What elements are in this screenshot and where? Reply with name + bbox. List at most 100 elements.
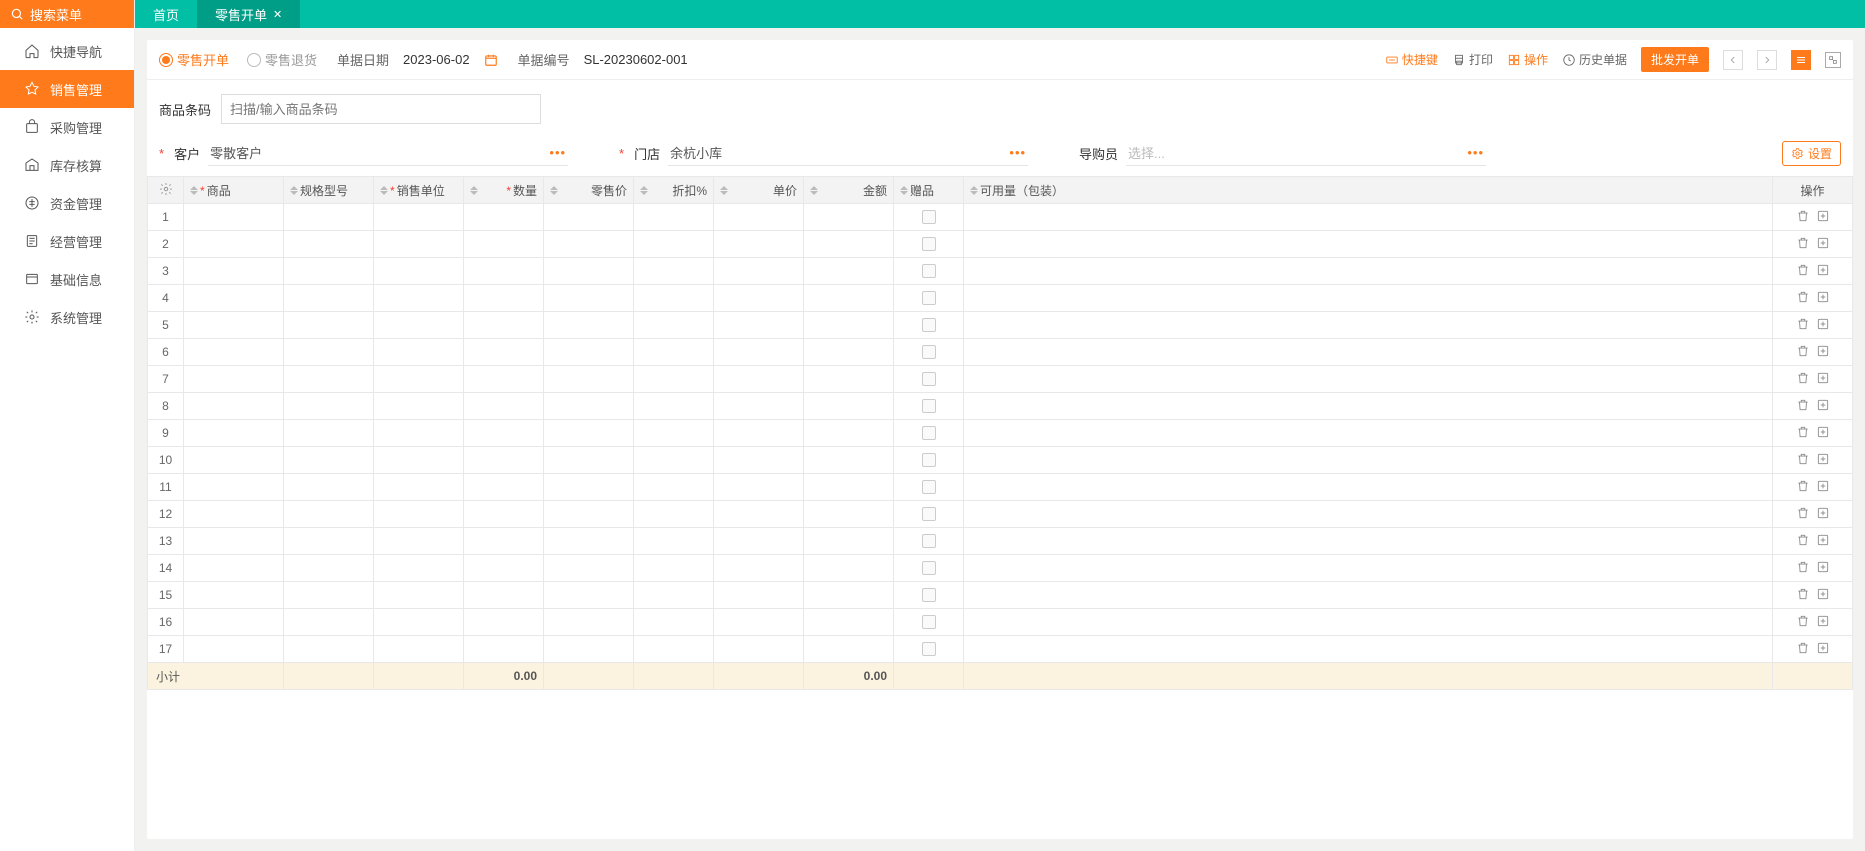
nav-item-business[interactable]: 经营管理 [0,222,134,260]
expand-button[interactable] [1825,52,1841,68]
cell-spec[interactable] [284,231,374,258]
th-spec[interactable]: 规格型号 [284,177,374,204]
cell-retail-price[interactable] [544,636,634,663]
cell-unit[interactable] [374,555,464,582]
cell-discount[interactable] [634,231,714,258]
add-row-icon[interactable] [1816,263,1830,277]
cell-amount[interactable] [804,366,894,393]
th-product[interactable]: *商品 [184,177,284,204]
cell-retail-price[interactable] [544,231,634,258]
nav-item-sales[interactable]: 销售管理 [0,70,134,108]
cell-qty[interactable] [464,582,544,609]
settings-button[interactable]: 设置 [1782,141,1841,166]
cell-discount[interactable] [634,420,714,447]
cell-retail-price[interactable] [544,609,634,636]
delete-icon[interactable] [1796,398,1810,412]
cell-retail-price[interactable] [544,393,634,420]
cell-product[interactable] [184,420,284,447]
doc-date-value[interactable]: 2023-06-02 [403,52,470,67]
close-icon[interactable]: ✕ [273,8,282,21]
cell-discount[interactable] [634,258,714,285]
table-row[interactable]: 3 [148,258,1853,285]
cell-product[interactable] [184,312,284,339]
table-row[interactable]: 2 [148,231,1853,258]
store-select[interactable]: 余杭小库 ••• [668,140,1028,166]
gift-checkbox[interactable] [922,615,936,629]
cell-product[interactable] [184,366,284,393]
table-row[interactable]: 12 [148,501,1853,528]
gift-checkbox[interactable] [922,480,936,494]
delete-icon[interactable] [1796,560,1810,574]
cell-discount[interactable] [634,528,714,555]
cell-unit-price[interactable] [714,420,804,447]
cell-gift[interactable] [894,501,964,528]
cell-qty[interactable] [464,420,544,447]
cell-qty[interactable] [464,474,544,501]
cell-product[interactable] [184,231,284,258]
cell-spec[interactable] [284,501,374,528]
gift-checkbox[interactable] [922,561,936,575]
cell-discount[interactable] [634,393,714,420]
cell-product[interactable] [184,204,284,231]
cell-amount[interactable] [804,609,894,636]
cell-product[interactable] [184,609,284,636]
cell-gift[interactable] [894,312,964,339]
cell-discount[interactable] [634,636,714,663]
cell-discount[interactable] [634,285,714,312]
delete-icon[interactable] [1796,425,1810,439]
cell-spec[interactable] [284,528,374,555]
barcode-input[interactable] [221,94,541,124]
cell-unit-price[interactable] [714,393,804,420]
add-row-icon[interactable] [1816,209,1830,223]
cell-gift[interactable] [894,339,964,366]
table-row[interactable]: 11 [148,474,1853,501]
radio-retail-return[interactable]: 零售退货 [247,50,317,69]
cell-spec[interactable] [284,609,374,636]
delete-icon[interactable] [1796,371,1810,385]
cell-qty[interactable] [464,258,544,285]
cell-unit[interactable] [374,231,464,258]
cell-retail-price[interactable] [544,339,634,366]
th-gift[interactable]: 赠品 [894,177,964,204]
cell-qty[interactable] [464,366,544,393]
cell-gift[interactable] [894,447,964,474]
gift-checkbox[interactable] [922,291,936,305]
cell-amount[interactable] [804,204,894,231]
cell-retail-price[interactable] [544,312,634,339]
th-retail-price[interactable]: 零售价 [544,177,634,204]
cell-gift[interactable] [894,474,964,501]
nav-item-quick[interactable]: 快捷导航 [0,32,134,70]
add-row-icon[interactable] [1816,290,1830,304]
cell-product[interactable] [184,636,284,663]
cell-qty[interactable] [464,609,544,636]
cell-gift[interactable] [894,636,964,663]
cell-spec[interactable] [284,312,374,339]
cell-product[interactable] [184,474,284,501]
cell-discount[interactable] [634,447,714,474]
add-row-icon[interactable] [1816,479,1830,493]
delete-icon[interactable] [1796,452,1810,466]
cell-unit-price[interactable] [714,204,804,231]
add-row-icon[interactable] [1816,371,1830,385]
cell-retail-price[interactable] [544,474,634,501]
add-row-icon[interactable] [1816,425,1830,439]
cell-unit-price[interactable] [714,258,804,285]
cell-unit-price[interactable] [714,555,804,582]
nav-item-funds[interactable]: 资金管理 [0,184,134,222]
cell-retail-price[interactable] [544,366,634,393]
table-row[interactable]: 7 [148,366,1853,393]
cell-retail-price[interactable] [544,204,634,231]
nav-item-inventory[interactable]: 库存核算 [0,146,134,184]
cell-qty[interactable] [464,339,544,366]
cell-discount[interactable] [634,474,714,501]
cell-gift[interactable] [894,582,964,609]
cell-gift[interactable] [894,285,964,312]
cell-discount[interactable] [634,609,714,636]
cell-unit[interactable] [374,285,464,312]
table-row[interactable]: 5 [148,312,1853,339]
cell-gift[interactable] [894,204,964,231]
batch-order-button[interactable]: 批发开单 [1641,47,1709,72]
gift-checkbox[interactable] [922,507,936,521]
cell-unit[interactable] [374,528,464,555]
cell-retail-price[interactable] [544,420,634,447]
